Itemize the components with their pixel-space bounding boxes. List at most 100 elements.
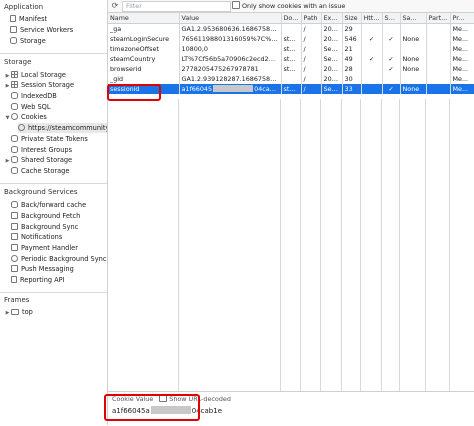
section-header-storage: Storage <box>4 58 32 66</box>
sidebar-item-service-workers[interactable]: Service Workers <box>10 25 73 35</box>
cell-partition-key <box>426 84 451 94</box>
column-header-value[interactable]: Value <box>179 13 282 24</box>
database-icon <box>11 146 18 153</box>
sidebar-item-shared-storage[interactable]: ▶ Shared Storage <box>4 155 72 165</box>
sidebar-item-payment-handler[interactable]: Payment Handler <box>11 243 78 253</box>
column-header-size[interactable]: Size <box>342 13 362 24</box>
table-row[interactable]: steamLoginSecure 76561198801316059%7C%7C… <box>108 34 474 44</box>
cell-priority: Me... <box>450 44 474 54</box>
table-row[interactable]: timezoneOffset 10800,0 ste... / Ses... 2… <box>108 44 474 54</box>
column-header-name[interactable]: Name <box>108 13 180 24</box>
sidebar-item-manifest[interactable]: Manifest <box>10 14 47 24</box>
chevron-down-icon[interactable]: ▼ <box>4 113 11 123</box>
cell-httponly <box>361 84 383 94</box>
cell-value: 76561198801316059%7C%7Cey... <box>179 34 282 44</box>
cell-path: / <box>301 84 322 94</box>
highlight-box-cookie-value <box>104 394 200 421</box>
cell-size: 21 <box>342 44 362 54</box>
cell-expires: 202... <box>321 64 343 74</box>
cell-value: GA1.2.939128287.1686758371 <box>179 74 282 84</box>
cell-domain <box>281 74 302 84</box>
sidebar-item-periodic-background-sync[interactable]: Periodic Background Sync <box>11 254 106 264</box>
checkbox[interactable] <box>232 1 240 9</box>
cell-name: _ga <box>108 23 180 34</box>
sidebar-item-cache-storage[interactable]: Cache Storage <box>11 166 69 176</box>
divider <box>0 292 107 293</box>
cell-size: 49 <box>342 54 362 64</box>
sidebar-item-web-sql[interactable]: Web SQL <box>11 102 51 112</box>
cell-priority: Me... <box>450 64 474 74</box>
sidebar: Application Manifest Service Workers Sto… <box>0 0 108 425</box>
cell-name: browserid <box>108 64 180 74</box>
cell-priority: Me... <box>450 23 474 34</box>
sidebar-item-local-storage[interactable]: ▶ Local Storage <box>4 70 66 80</box>
toolbar: ⟳ Filter Only show cookies with an issue <box>108 0 474 13</box>
cell-secure <box>382 74 401 84</box>
sidebar-item-background-fetch[interactable]: Background Fetch <box>11 211 80 221</box>
cell-path: / <box>301 34 322 44</box>
sidebar-item-private-state-tokens[interactable]: Private State Tokens <box>11 134 88 144</box>
cell-secure: ✓ <box>382 54 401 64</box>
sidebar-item-notifications[interactable]: Notifications <box>11 232 62 242</box>
cell-samesite: None <box>400 64 427 74</box>
column-header-secure[interactable]: Sec... <box>382 13 401 24</box>
column-header-expires[interactable]: Exp... <box>321 13 343 24</box>
column-header-partition-key[interactable]: Part... <box>426 13 451 24</box>
table-row[interactable]: steamCountry LT%7Cf56b5a70906c2ecd22a...… <box>108 54 474 64</box>
cell-path: / <box>301 44 322 54</box>
section-header-frames: Frames <box>4 296 30 304</box>
sidebar-item-cookie-origin[interactable]: https://steamcommunity.c <box>18 123 107 133</box>
cell-value: 2778205475267978781 <box>179 64 282 74</box>
cell-samesite: None <box>400 34 427 44</box>
table-row[interactable]: browserid 2778205475267978781 ste... / 2… <box>108 64 474 74</box>
sidebar-item-push-messaging[interactable]: Push Messaging <box>11 264 74 274</box>
cell-domain: ste... <box>281 34 302 44</box>
cloud-icon <box>11 265 18 272</box>
column-header-httponly[interactable]: Htt... <box>361 13 383 24</box>
sidebar-item-indexeddb[interactable]: IndexedDB <box>11 91 57 101</box>
column-header-priority[interactable]: Pr... <box>450 13 474 24</box>
sidebar-item-reporting-api[interactable]: Reporting API <box>11 275 65 285</box>
refresh-icon[interactable]: ⟳ <box>110 1 120 11</box>
cell-domain: ste... <box>281 44 302 54</box>
cell-domain: ste... <box>281 64 302 74</box>
cell-expires: Ses... <box>321 44 343 54</box>
table-row[interactable]: _ga GA1.2.953680636.1686758371 / 202... … <box>108 23 474 34</box>
frame-icon <box>11 309 19 315</box>
cell-path: / <box>301 23 322 34</box>
cell-secure: ✓ <box>382 34 401 44</box>
cookie-icon <box>11 113 18 120</box>
sidebar-item-cookies[interactable]: ▼ Cookies <box>4 112 47 122</box>
cell-httponly: ✓ <box>361 34 383 44</box>
database-icon <box>11 167 18 174</box>
sync-icon <box>11 212 18 219</box>
sidebar-item-background-sync[interactable]: Background Sync <box>11 222 78 232</box>
chevron-right-icon[interactable]: ▶ <box>4 156 11 166</box>
column-header-path[interactable]: Path <box>301 13 322 24</box>
column-header-domain[interactable]: Do... <box>281 13 302 24</box>
cell-path: / <box>301 54 322 64</box>
sidebar-item-frame-top[interactable]: ▶ top <box>4 307 33 317</box>
cell-partition-key <box>426 64 451 74</box>
table-row-selected[interactable]: sessionid a1f66045 04cab1e ste... / Ses..… <box>108 84 474 94</box>
table-empty-area <box>108 99 474 391</box>
chevron-right-icon[interactable]: ▶ <box>4 308 11 318</box>
divider <box>0 53 107 54</box>
sidebar-item-interest-groups[interactable]: Interest Groups <box>11 145 72 155</box>
cookie-icon <box>18 124 25 131</box>
issue-filter-checkbox[interactable]: Only show cookies with an issue <box>232 1 345 11</box>
cell-secure <box>382 44 401 54</box>
cell-expires: 202... <box>321 34 343 44</box>
table-row[interactable]: _gid GA1.2.939128287.1686758371 / 202...… <box>108 74 474 84</box>
sidebar-item-session-storage[interactable]: ▶ Session Storage <box>4 80 74 90</box>
gear-icon <box>10 26 17 33</box>
cell-httponly: ✓ <box>361 54 383 64</box>
sidebar-item-back-forward-cache[interactable]: Back/forward cache <box>11 200 86 210</box>
cell-priority: Me... <box>450 34 474 44</box>
column-header-samesite[interactable]: Sa... <box>400 13 427 24</box>
chevron-right-icon[interactable]: ▶ <box>4 81 11 91</box>
cell-priority: Me... <box>450 54 474 64</box>
cookies-panel: ⟳ Filter Only show cookies with an issue… <box>108 0 474 426</box>
sidebar-item-storage[interactable]: Storage <box>10 36 46 46</box>
filter-input[interactable]: Filter <box>122 1 231 12</box>
